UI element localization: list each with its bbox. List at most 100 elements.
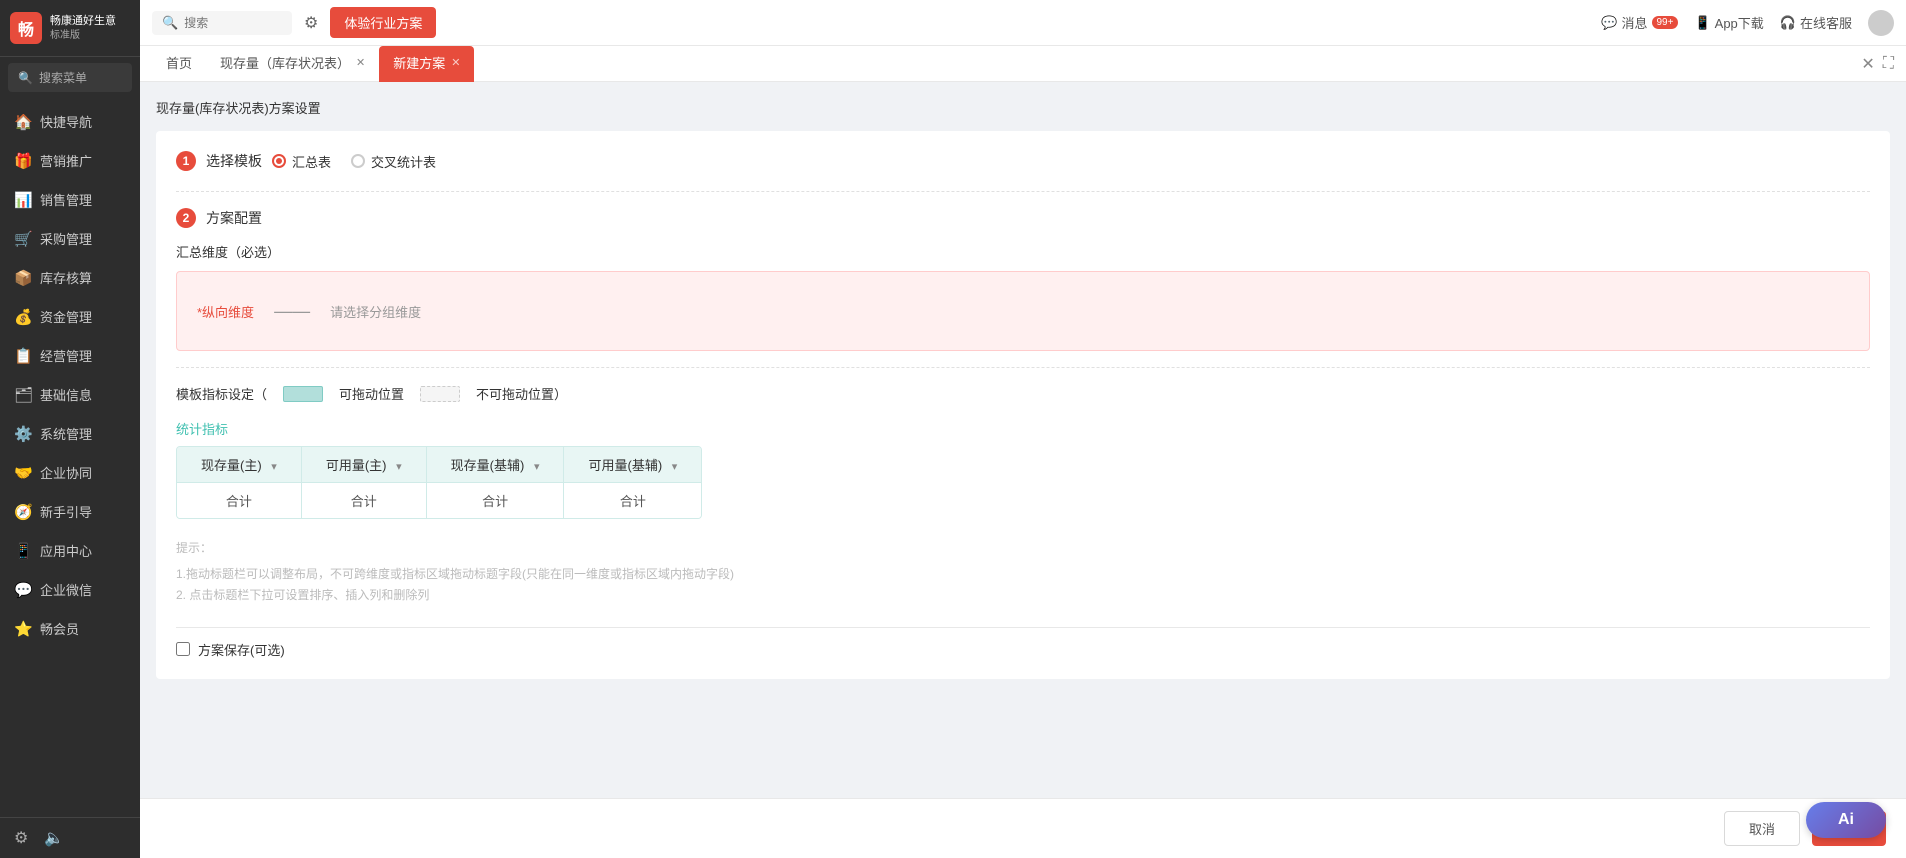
dim-divider — [176, 367, 1870, 368]
chevron-down-icon-0: ▾ — [271, 461, 277, 473]
save-checkbox-row: 方案保存(可选) — [176, 627, 1870, 659]
template-radio-group: 汇总表 交叉统计表 — [272, 152, 436, 171]
col-agg-1: 合计 — [301, 483, 426, 519]
content-area: 现存量(库存状况表)方案设置 1 选择模板 汇总表 交叉统计表 — [140, 82, 1906, 798]
finance-icon: 💰 — [14, 308, 32, 326]
user-avatar[interactable] — [1868, 10, 1894, 36]
stats-table: 现存量(主) ▾ 可用量(主) ▾ 现存量(基辅) ▾ — [176, 446, 702, 519]
close-tab-new-scheme-icon[interactable]: ✕ — [451, 56, 460, 69]
sidebar-item-system[interactable]: ⚙️ 系统管理 — [0, 414, 140, 453]
col-header-2[interactable]: 现存量(基辅) ▾ — [426, 447, 564, 483]
sidebar-item-finance[interactable]: 💰 资金管理 — [0, 297, 140, 336]
tips-title: 提示： — [176, 538, 1870, 560]
indicator-row: 模板指标设定（ 可拖动位置 不可拖动位置） — [176, 384, 1870, 403]
radio-summary-label: 汇总表 — [292, 152, 331, 171]
col-agg-0: 合计 — [177, 483, 301, 519]
radio-summary[interactable]: 汇总表 — [272, 152, 331, 171]
search-input[interactable] — [184, 16, 274, 30]
step2-header: 2 方案配置 — [176, 208, 1870, 228]
save-checkbox-label: 方案保存(可选) — [198, 640, 285, 659]
radio-cross-label: 交叉统计表 — [371, 152, 436, 171]
sidebar-item-label: 资金管理 — [40, 307, 92, 326]
top-bar-right: 💬 消息 99+ 📱 App下载 🎧 在线客服 — [1601, 10, 1894, 36]
tab-new-scheme[interactable]: 新建方案 ✕ — [379, 46, 474, 82]
sidebar-item-apps[interactable]: 📱 应用中心 — [0, 531, 140, 570]
close-tab-inventory-icon[interactable]: ✕ — [356, 56, 365, 69]
col-header-0[interactable]: 现存量(主) ▾ — [177, 447, 301, 483]
message-badge: 99+ — [1652, 16, 1679, 29]
sidebar-item-member[interactable]: ⭐ 畅会员 — [0, 609, 140, 648]
ai-fab-button[interactable]: Ai — [1806, 802, 1886, 838]
sidebar-item-shortcut[interactable]: 🏠 快捷导航 — [0, 102, 140, 141]
sidebar-item-sales[interactable]: 📊 销售管理 — [0, 180, 140, 219]
sidebar-item-wechat[interactable]: 💬 企业微信 — [0, 570, 140, 609]
sidebar-item-marketing[interactable]: 🎁 营销推广 — [0, 141, 140, 180]
radio-cross[interactable]: 交叉统计表 — [351, 152, 436, 171]
main-area: 🔍 ⚙ 体验行业方案 💬 消息 99+ 📱 App下载 🎧 在线客服 — [140, 0, 1906, 858]
sales-icon: 📊 — [14, 191, 32, 209]
chevron-down-icon-1: ▾ — [396, 461, 402, 473]
sidebar: 畅 畅康通好生意 标准版 🔍 搜索菜单 🏠 快捷导航 🎁 营销推广 📊 销售管理… — [0, 0, 140, 858]
col-header-1[interactable]: 可用量(主) ▾ — [301, 447, 426, 483]
chevron-down-icon-3: ▾ — [672, 461, 678, 473]
step-divider — [176, 191, 1870, 192]
app-label: App下载 — [1715, 13, 1764, 32]
dimension-drop-area[interactable]: *纵向维度 —— 请选择分组维度 — [176, 271, 1870, 351]
cooperation-icon: 🤝 — [14, 464, 32, 482]
cancel-button[interactable]: 取消 — [1724, 811, 1800, 846]
gear-icon[interactable]: ⚙ — [300, 9, 322, 37]
guide-icon: 🧭 — [14, 503, 32, 521]
sidebar-item-basic[interactable]: 🗂 基础信息 — [0, 375, 140, 414]
avatar-img — [1868, 10, 1894, 36]
movable-indicator-box — [283, 386, 323, 402]
message-btn[interactable]: 💬 消息 99+ — [1601, 13, 1678, 32]
tip-item-0: 1.拖动标题栏可以调整布局，不可跨维度或指标区域拖动标题字段(只能在同一维度或指… — [176, 564, 1870, 586]
top-search[interactable]: 🔍 — [152, 11, 292, 35]
sidebar-item-label: 企业微信 — [40, 580, 92, 599]
basic-icon: 🗂 — [14, 386, 32, 404]
tip-item-1: 2. 点击标题栏下拉可设置排序、插入列和删除列 — [176, 585, 1870, 607]
tab-home[interactable]: 首页 — [152, 46, 206, 82]
settings-icon[interactable]: ⚙ — [14, 828, 28, 848]
app-download-btn[interactable]: 📱 App下载 — [1694, 13, 1763, 32]
expand-icon[interactable]: ⛶ — [1883, 55, 1894, 73]
col-header-3[interactable]: 可用量(基辅) ▾ — [564, 447, 701, 483]
service-label: 在线客服 — [1800, 13, 1852, 32]
sidebar-item-inventory[interactable]: 📦 库存核算 — [0, 258, 140, 297]
indicator-title: 模板指标设定（ — [176, 384, 267, 403]
sidebar-item-label: 销售管理 — [40, 190, 92, 209]
save-checkbox[interactable] — [176, 642, 190, 656]
search-icon: 🔍 — [18, 71, 33, 85]
sidebar-item-business[interactable]: 📋 经营管理 — [0, 336, 140, 375]
step1-num: 1 — [176, 151, 196, 171]
fixed-label: 不可拖动位置） — [476, 384, 567, 403]
logo-text: 畅康通好生意 标准版 — [50, 14, 116, 41]
tab-inventory-label: 现存量（库存状况表） — [220, 53, 350, 72]
page-title: 现存量(库存状况表)方案设置 — [156, 98, 1890, 117]
radio-cross-circle — [351, 154, 365, 168]
radio-summary-circle — [272, 154, 286, 168]
dim-required-label: *纵向维度 — [197, 302, 254, 321]
search-label: 搜索菜单 — [39, 69, 87, 86]
industry-btn[interactable]: 体验行业方案 — [330, 7, 436, 38]
tab-new-scheme-label: 新建方案 — [393, 53, 445, 72]
sidebar-item-cooperation[interactable]: 🤝 企业协同 — [0, 453, 140, 492]
sound-icon[interactable]: 🔈 — [44, 828, 64, 848]
service-btn[interactable]: 🎧 在线客服 — [1780, 13, 1852, 32]
sidebar-logo: 畅 畅康通好生意 标准版 — [0, 0, 140, 57]
step1-header: 1 选择模板 汇总表 交叉统计表 — [176, 151, 1870, 171]
sidebar-item-label: 营销推广 — [40, 151, 92, 170]
sidebar-item-purchase[interactable]: 🛒 采购管理 — [0, 219, 140, 258]
sidebar-item-label: 库存核算 — [40, 268, 92, 287]
app-icon: 📱 — [1694, 15, 1710, 31]
close-panel-icon[interactable]: ✕ — [1861, 54, 1874, 74]
tabs-right-controls: ✕ ⛶ — [1861, 54, 1894, 74]
tab-inventory-status[interactable]: 现存量（库存状况表） ✕ — [206, 46, 379, 82]
dim-placeholder: 请选择分组维度 — [330, 302, 421, 321]
col-agg-3: 合计 — [564, 483, 701, 519]
sidebar-search[interactable]: 🔍 搜索菜单 — [8, 63, 132, 92]
step2-num: 2 — [176, 208, 196, 228]
sidebar-item-guide[interactable]: 🧭 新手引导 — [0, 492, 140, 531]
dim-arrow: —— — [274, 301, 310, 322]
shortcut-icon: 🏠 — [14, 113, 32, 131]
